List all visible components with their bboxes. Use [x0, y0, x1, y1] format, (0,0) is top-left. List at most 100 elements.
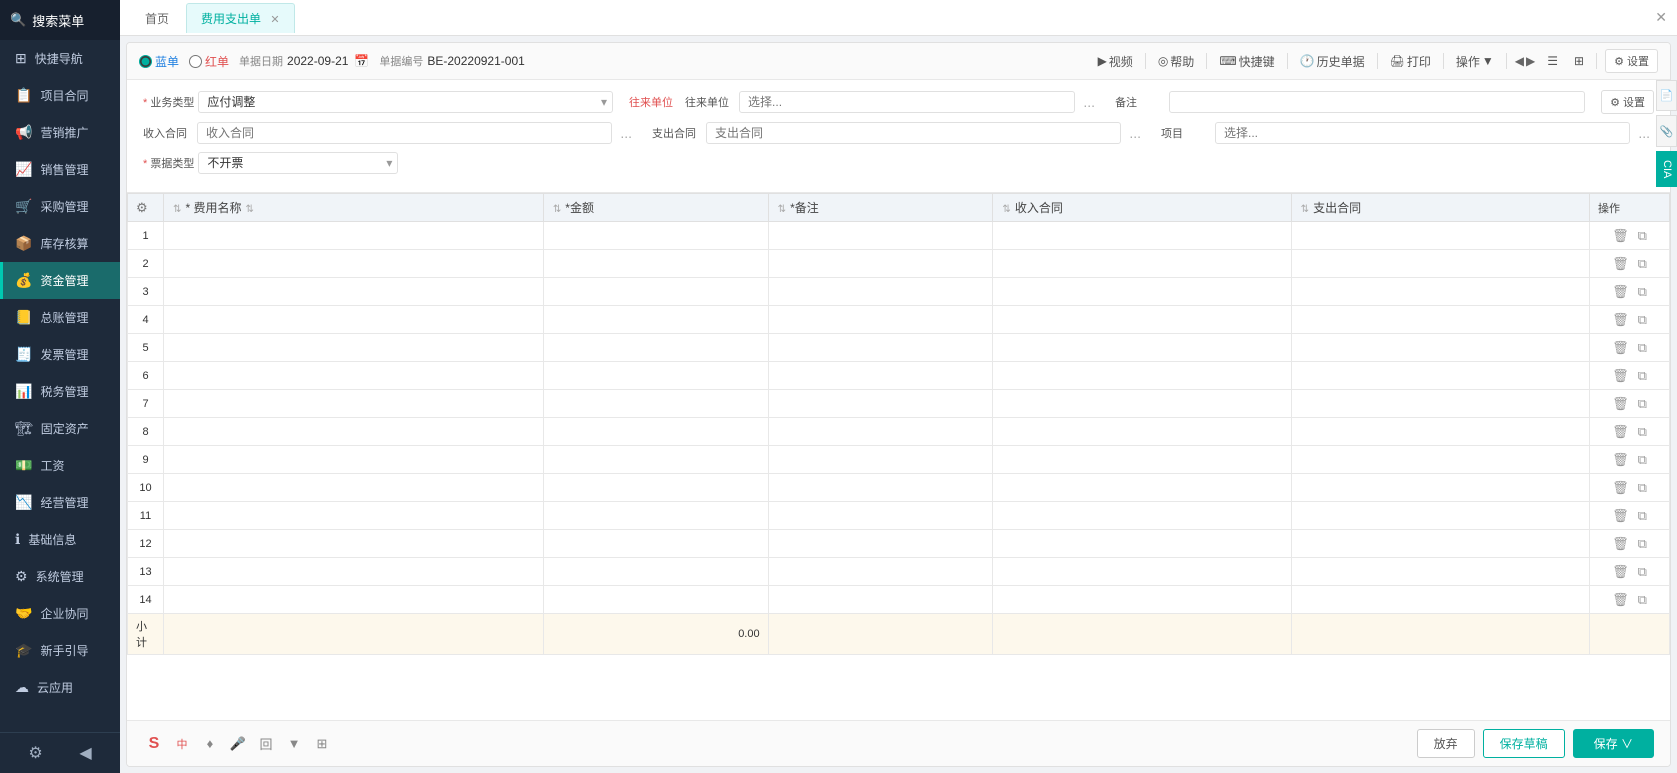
- sidebar-item-payroll[interactable]: 💵工资: [0, 447, 120, 484]
- row-copy-icon[interactable]: ⧉: [1638, 228, 1647, 243]
- expense-contract-cell[interactable]: [1291, 418, 1589, 446]
- note-cell[interactable]: [768, 474, 993, 502]
- row-copy-icon[interactable]: ⧉: [1638, 284, 1647, 299]
- save-draft-button[interactable]: 保存草稿: [1483, 729, 1565, 758]
- income-contract-cell[interactable]: [993, 362, 1291, 390]
- note-cell[interactable]: [768, 502, 993, 530]
- expense-name-cell[interactable]: [164, 502, 544, 530]
- expense-contract-more-icon[interactable]: ...: [1125, 125, 1145, 141]
- sidebar-item-ops-mgmt[interactable]: 📉经营管理: [0, 484, 120, 521]
- row-delete-icon[interactable]: 🗑: [1612, 564, 1629, 579]
- sidebar-item-fund-mgmt[interactable]: 💰资金管理: [0, 262, 120, 299]
- note-cell[interactable]: [768, 418, 993, 446]
- toolbar-shortcut-btn[interactable]: ⌨ 快捷键: [1215, 51, 1278, 72]
- income-contract-cell[interactable]: [993, 502, 1291, 530]
- expense-name-cell[interactable]: [164, 250, 544, 278]
- expense-contract-cell[interactable]: [1291, 558, 1589, 586]
- row-delete-icon[interactable]: 🗑: [1612, 592, 1629, 607]
- row-copy-icon[interactable]: ⧉: [1638, 536, 1647, 551]
- radio-blue[interactable]: 蓝单: [139, 53, 179, 70]
- sidebar-item-new-guide[interactable]: 🎓新手引导: [0, 632, 120, 669]
- sidebar-item-ledger-mgmt[interactable]: 📒总账管理: [0, 299, 120, 336]
- sidebar-item-basic-info[interactable]: ℹ基础信息: [0, 521, 120, 558]
- expense-contract-input[interactable]: [706, 122, 1121, 144]
- row-copy-icon[interactable]: ⧉: [1638, 452, 1647, 467]
- row-copy-icon[interactable]: ⧉: [1638, 592, 1647, 607]
- row-copy-icon[interactable]: ⧉: [1638, 396, 1647, 411]
- income-contract-cell[interactable]: [993, 558, 1291, 586]
- expense-contract-cell[interactable]: [1291, 530, 1589, 558]
- expense-name-cell[interactable]: [164, 306, 544, 334]
- sidebar-item-quick-nav[interactable]: ⊞快捷导航: [0, 40, 120, 77]
- right-panel-doc-icon[interactable]: 📄: [1656, 80, 1677, 111]
- row-delete-icon[interactable]: 🗑: [1612, 312, 1629, 327]
- amount-cell[interactable]: [543, 474, 768, 502]
- expense-contract-cell[interactable]: [1291, 306, 1589, 334]
- amount-cell[interactable]: [543, 558, 768, 586]
- toolbar-operations-btn[interactable]: 操作 ▼: [1452, 51, 1498, 72]
- amount-cell[interactable]: [543, 222, 768, 250]
- income-contract-cell[interactable]: [993, 446, 1291, 474]
- expense-contract-cell[interactable]: [1291, 390, 1589, 418]
- row-copy-icon[interactable]: ⧉: [1638, 256, 1647, 271]
- expense-name-cell[interactable]: [164, 278, 544, 306]
- form-settings-button[interactable]: ⚙ 设置: [1601, 90, 1654, 114]
- sidebar-search[interactable]: 🔍 搜索菜单: [0, 0, 120, 40]
- row-copy-icon[interactable]: ⧉: [1638, 312, 1647, 327]
- footer-doc-icon[interactable]: 回: [255, 733, 277, 755]
- note-cell[interactable]: [768, 558, 993, 586]
- sort-icon-amount[interactable]: ⇅: [553, 204, 561, 215]
- sidebar-item-sales-mgmt[interactable]: 📈销售管理: [0, 151, 120, 188]
- sidebar-item-fixed-assets[interactable]: 🏗固定资产: [0, 410, 120, 447]
- expense-contract-cell[interactable]: [1291, 222, 1589, 250]
- expense-contract-cell[interactable]: [1291, 446, 1589, 474]
- sidebar-item-corp-collab[interactable]: 🤝企业协同: [0, 595, 120, 632]
- row-delete-icon[interactable]: 🗑: [1612, 396, 1629, 411]
- party-more-icon[interactable]: ...: [1079, 94, 1099, 110]
- row-delete-icon[interactable]: 🗑: [1612, 284, 1629, 299]
- table-settings-icon[interactable]: ⚙: [136, 200, 148, 215]
- sort-icon-note[interactable]: ⇅: [778, 204, 786, 215]
- sidebar-item-project-contract[interactable]: 📋项目合同: [0, 77, 120, 114]
- income-contract-cell[interactable]: [993, 222, 1291, 250]
- sort-icon-income[interactable]: ⇅: [1002, 204, 1010, 215]
- expense-name-cell[interactable]: [164, 390, 544, 418]
- close-window-icon[interactable]: ✕: [1655, 9, 1667, 26]
- next-page-icon[interactable]: ▶: [1526, 54, 1535, 68]
- sidebar-item-purchase-mgmt[interactable]: 🛒采购管理: [0, 188, 120, 225]
- expense-name-cell[interactable]: [164, 418, 544, 446]
- footer-grid-icon[interactable]: ⊞: [311, 733, 333, 755]
- right-panel-clip-icon[interactable]: 📎: [1656, 115, 1677, 146]
- sidebar-item-stock-check[interactable]: 📦库存核算: [0, 225, 120, 262]
- settings-button[interactable]: ⚙ 设置: [1605, 49, 1658, 73]
- row-delete-icon[interactable]: 🗑: [1612, 480, 1629, 495]
- note-cell[interactable]: [768, 306, 993, 334]
- row-delete-icon[interactable]: 🗑: [1612, 228, 1629, 243]
- amount-cell[interactable]: [543, 334, 768, 362]
- amount-cell[interactable]: [543, 362, 768, 390]
- row-delete-icon[interactable]: 🗑: [1612, 340, 1629, 355]
- row-copy-icon[interactable]: ⧉: [1638, 368, 1647, 383]
- income-contract-cell[interactable]: [993, 306, 1291, 334]
- row-copy-icon[interactable]: ⧉: [1638, 424, 1647, 439]
- project-more-icon[interactable]: ...: [1634, 125, 1654, 141]
- amount-cell[interactable]: [543, 306, 768, 334]
- project-input[interactable]: [1215, 122, 1630, 144]
- note-cell[interactable]: [768, 530, 993, 558]
- row-delete-icon[interactable]: 🗑: [1612, 508, 1629, 523]
- income-contract-cell[interactable]: [993, 250, 1291, 278]
- expense-contract-cell[interactable]: [1291, 334, 1589, 362]
- expense-name-cell[interactable]: [164, 446, 544, 474]
- row-copy-icon[interactable]: ⧉: [1638, 564, 1647, 579]
- row-delete-icon[interactable]: 🗑: [1612, 256, 1629, 271]
- note-cell[interactable]: [768, 334, 993, 362]
- expense-contract-cell[interactable]: [1291, 474, 1589, 502]
- note-cell[interactable]: [768, 390, 993, 418]
- ticket-type-select[interactable]: 不开票: [198, 152, 398, 174]
- toolbar-help-btn[interactable]: ◎ 帮助: [1154, 51, 1199, 72]
- tab-home[interactable]: 首页: [130, 3, 184, 33]
- row-copy-icon[interactable]: ⧉: [1638, 340, 1647, 355]
- income-contract-cell[interactable]: [993, 530, 1291, 558]
- footer-diamond-icon[interactable]: ♦: [199, 733, 221, 755]
- expense-name-cell[interactable]: [164, 586, 544, 614]
